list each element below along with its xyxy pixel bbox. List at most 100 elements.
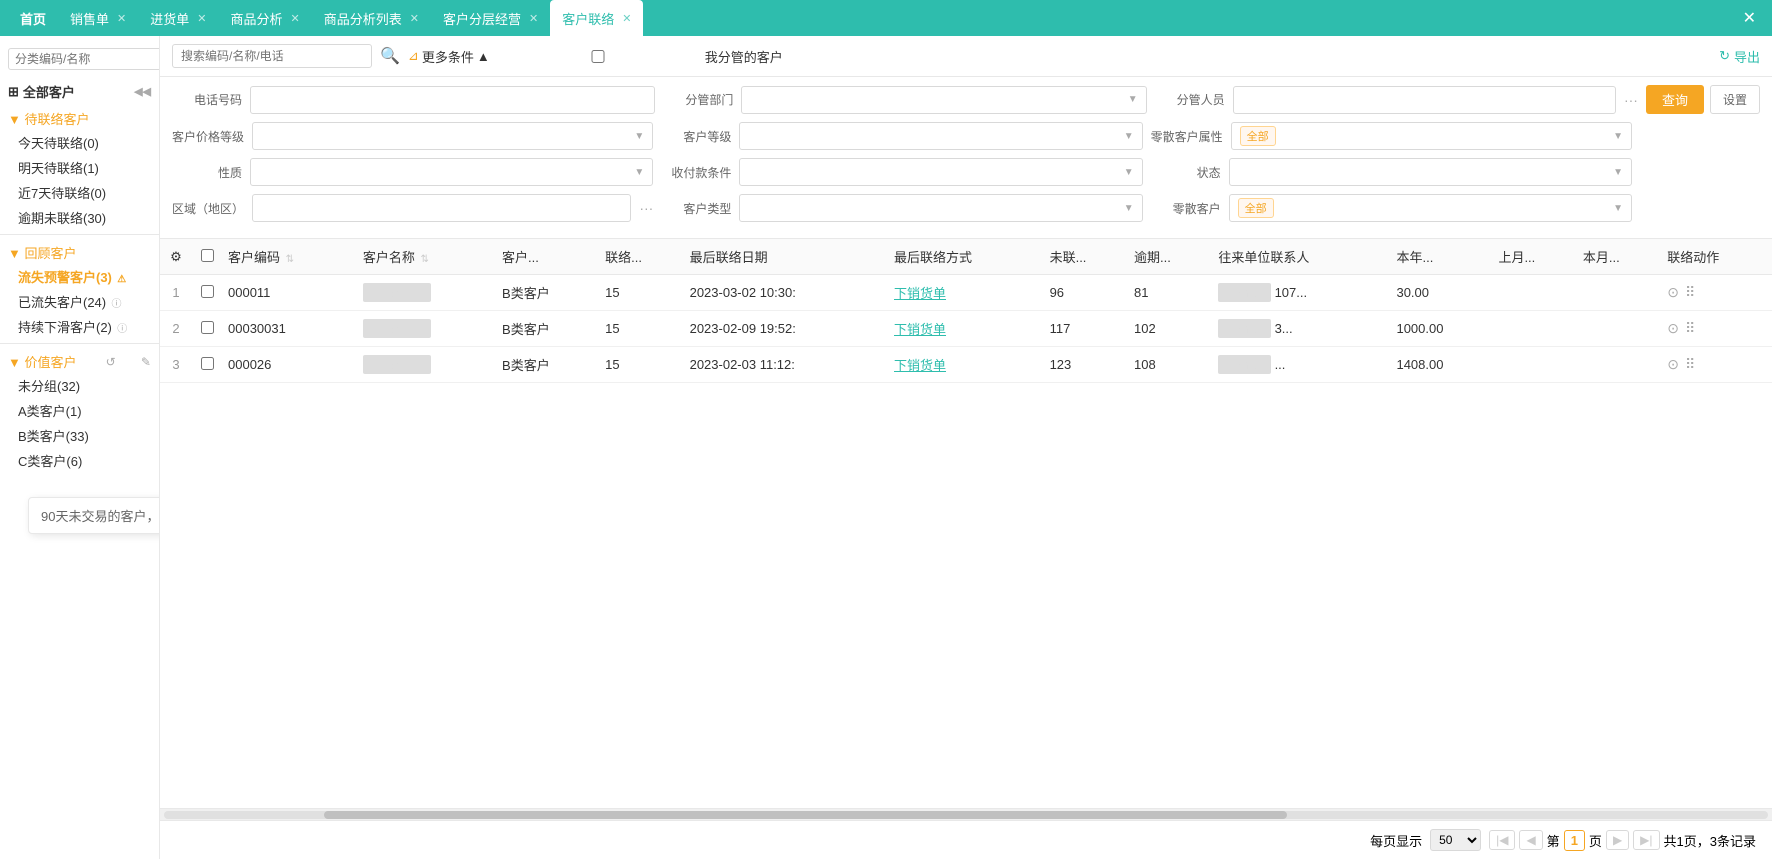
search-input[interactable] [172,44,372,68]
action-more-1[interactable]: ⠿ [1685,320,1695,337]
scrollbar-thumb[interactable] [324,811,1286,819]
horizontal-scrollbar[interactable] [160,808,1772,820]
row-last-method-0[interactable]: 下销货单 [888,275,1044,311]
edit-icon[interactable]: ✎ [141,355,151,369]
sidebar-group-review-title[interactable]: ▼ 回顾客户 [0,239,159,264]
export-button[interactable]: ↻ 导出 [1719,47,1760,66]
row-checkbox-2[interactable] [192,347,222,383]
sidebar-class-c-label: C类客户(6) [18,454,82,469]
manage-checkbox[interactable] [498,50,698,63]
filter-retail-customer-select[interactable]: 全部 ▼ [1229,194,1632,222]
nav-sales[interactable]: 销售单 ✕ [58,0,138,36]
filter-region-input[interactable] [252,194,631,222]
filter-customer-type-chevron: ▼ [1124,203,1134,214]
sidebar-item-churn-warning[interactable]: 流失预警客户(3) ⚠ [0,264,159,289]
query-button[interactable]: 查询 [1646,85,1704,114]
window-close-icon[interactable]: ✕ [1735,8,1764,28]
page-first-btn[interactable]: |◀ [1489,830,1515,850]
filter-payment-select[interactable]: ▼ [739,158,1142,186]
nav-home[interactable]: 首页 [8,0,58,36]
table-header-name[interactable]: 客户名称 ⇅ [357,239,496,275]
filter-person-input[interactable] [1233,86,1616,114]
nav-customer-tier[interactable]: 客户分层经营 ✕ [431,0,550,36]
nav-purchase-close[interactable]: ✕ [197,12,206,25]
sidebar-item-declining[interactable]: 持续下滑客户(2) ⓘ [0,314,159,339]
sidebar-tomorrow-label: 明天待联络(1) [18,161,99,176]
sidebar-item-tomorrow[interactable]: 明天待联络(1) [0,155,159,180]
filter-dept-select[interactable]: ▼ [741,86,1146,114]
action-more-2[interactable]: ⠿ [1685,356,1695,373]
page-next-btn[interactable]: ▶ [1606,830,1629,850]
row-actions-1: ⊙ ⠿ [1661,311,1772,347]
select-all-checkbox[interactable] [201,249,214,262]
table-header-last-method: 最后联络方式 [888,239,1044,275]
nav-analysis[interactable]: 商品分析 ✕ [218,0,311,36]
action-more-0[interactable]: ⠿ [1685,284,1695,301]
row-last-method-1[interactable]: 下销货单 [888,311,1044,347]
table-header-this-month: 本月... [1577,239,1661,275]
sidebar-item-class-a[interactable]: A类客户(1) [0,398,159,423]
nav-analysis-close[interactable]: ✕ [291,12,300,25]
table-header-gear[interactable]: ⚙ [160,239,192,275]
filter-retail-attr-select[interactable]: 全部 ▼ [1231,122,1632,150]
sidebar-all-customers[interactable]: ⊞ 全部客户 ◀◀ [0,78,159,105]
row-type-2: B类客户 [496,347,599,383]
action-link-1[interactable]: ⊙ [1667,320,1679,337]
nav-customer-contact-close[interactable]: ✕ [622,12,631,25]
row-this-month-1 [1577,311,1661,347]
nav-home-label: 首页 [20,9,46,28]
action-link-2[interactable]: ⊙ [1667,356,1679,373]
customer-table: ⚙ 客户编码 ⇅ 客户名称 ⇅ 客户... 联络... 最后联络日期 最后联络方… [160,239,1772,383]
sidebar-collapse-icon[interactable]: ◀◀ [134,85,151,98]
sidebar-item-overdue[interactable]: 逾期未联络(30) [0,205,159,230]
page-last-btn[interactable]: ▶| [1633,830,1659,850]
row-actions-2: ⊙ ⠿ [1661,347,1772,383]
sidebar-item-class-b[interactable]: B类客户(33) [0,423,159,448]
sidebar-item-today[interactable]: 今天待联络(0) [0,130,159,155]
sidebar-group-value: ▼ 价值客户 ↺ ✎ 未分组(32) A类客户(1) B类客户(33) C类客户… [0,348,159,473]
filter-status-select[interactable]: ▼ [1229,158,1632,186]
search-button[interactable]: 🔍 [380,46,400,66]
settings-button[interactable]: 设置 [1710,85,1760,114]
filter-customer-level-select[interactable]: ▼ [739,122,1142,150]
row-checkbox-1[interactable] [192,311,222,347]
row-checkbox-0[interactable] [192,275,222,311]
nav-analysis-list-close[interactable]: ✕ [410,12,419,25]
refresh-icon[interactable]: ↺ [106,355,116,369]
sidebar-divider-1 [0,234,159,235]
per-page-select[interactable]: 50 100 200 [1430,829,1481,851]
row-code-2: 000026 [222,347,357,383]
filter-row-2: 客户价格等级 ▼ 客户等级 ▼ 零散客户属性 全部 [172,122,1760,150]
sidebar-item-churned[interactable]: 已流失客户(24) ⓘ [0,289,159,314]
nav-customer-tier-close[interactable]: ✕ [529,12,538,25]
filter-person-dots[interactable]: ··· [1624,92,1638,108]
sidebar-divider-2 [0,343,159,344]
sidebar-group-pending-title[interactable]: ▼ 待联络客户 [0,105,159,130]
table-header-code[interactable]: 客户编码 ⇅ [222,239,357,275]
filter-status-chevron: ▼ [1613,167,1623,178]
nav-sales-close[interactable]: ✕ [117,12,126,25]
nav-purchase[interactable]: 进货单 ✕ [138,0,218,36]
action-link-0[interactable]: ⊙ [1667,284,1679,301]
filter-price-level-select[interactable]: ▼ [252,122,653,150]
filter-dept: 分管部门 ▼ [663,86,1146,114]
sidebar-item-7days[interactable]: 近7天待联络(0) [0,180,159,205]
filter-phone-input[interactable] [250,86,655,114]
sidebar-search-input[interactable] [8,48,160,70]
nav-analysis-list-label: 商品分析列表 [324,9,402,28]
nav-customer-contact[interactable]: 客户联络 ✕ [550,0,643,36]
filter-customer-type-select[interactable]: ▼ [739,194,1142,222]
filter-nature-select[interactable]: ▼ [250,158,653,186]
table-header-checkbox[interactable] [192,239,222,275]
page-prev-btn[interactable]: ◀ [1519,830,1542,850]
filter-manage[interactable]: 我分管的客户 [498,47,783,66]
filter-more-btn[interactable]: ⊿ 更多条件 ▲ [408,47,490,66]
advanced-filter: 电话号码 分管部门 ▼ 分管人员 ··· 查询 设置 [160,77,1772,239]
row-last-method-2[interactable]: 下销货单 [888,347,1044,383]
filter-region-dots[interactable]: ··· [639,200,653,216]
sidebar-group-value-title[interactable]: ▼ 价值客户 ↺ ✎ [0,348,159,373]
row-last-month-1 [1492,311,1576,347]
sidebar-item-ungrouped[interactable]: 未分组(32) [0,373,159,398]
nav-analysis-list[interactable]: 商品分析列表 ✕ [312,0,431,36]
sidebar-item-class-c[interactable]: C类客户(6) [0,448,159,473]
